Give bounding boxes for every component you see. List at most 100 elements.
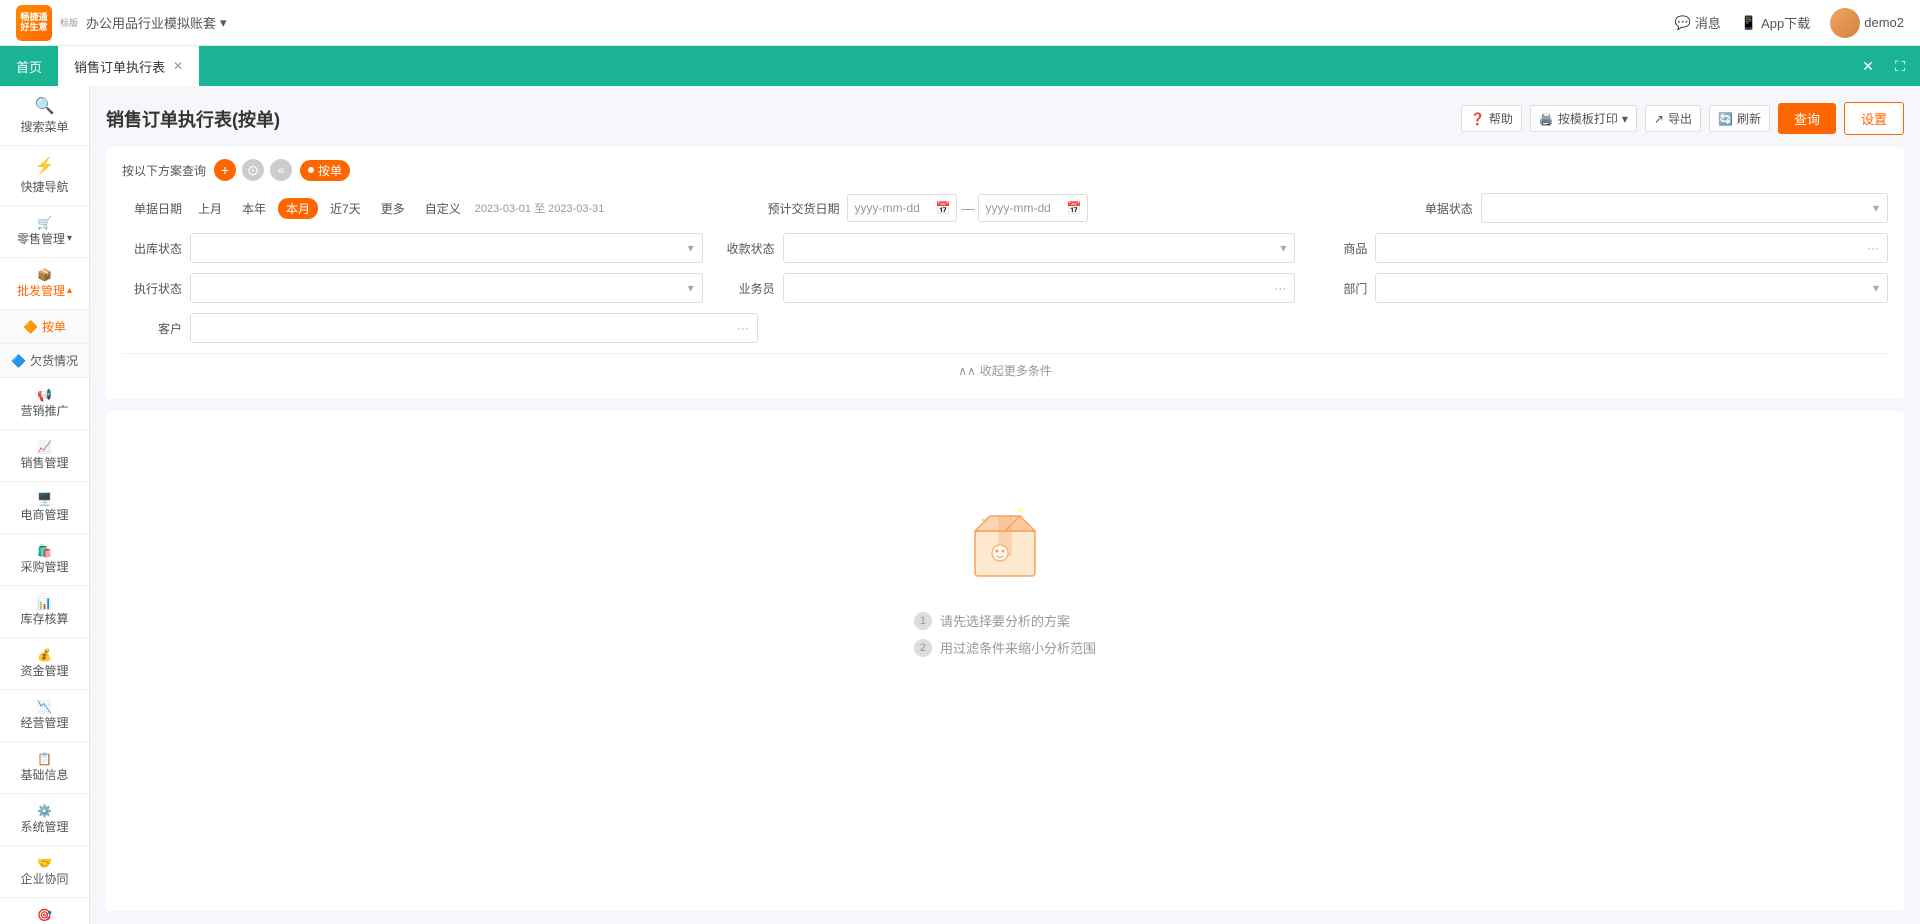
tab-expand-icon[interactable]: ⛶ (1888, 54, 1912, 78)
scheme-list: 按单 (300, 160, 1888, 181)
empty-state: ★ ✦ 1 请先选择要分析的方案 2 (106, 411, 1904, 737)
sales-order-icon: 🔶 (23, 320, 38, 334)
tab-sales-exec[interactable]: 销售订单执行表 ✕ (58, 46, 199, 86)
finance-icon: 💰 (37, 648, 52, 662)
scheme-tag-sales-order[interactable]: 按单 (300, 160, 350, 181)
date-tab-last7[interactable]: 近7天 (322, 198, 369, 219)
newuser-icon: 🎯 (37, 908, 52, 922)
help-label: 帮助 (1489, 110, 1513, 127)
expected-date-end-placeholder: yyyy-mm-dd (985, 201, 1050, 215)
query-button[interactable]: 查询 (1778, 103, 1836, 134)
tab-close-icon[interactable]: ✕ (173, 59, 183, 73)
exec-status-select[interactable]: ▾ (190, 273, 703, 303)
customer-more-icon[interactable]: ··· (737, 321, 749, 335)
expected-date-end[interactable]: yyyy-mm-dd 📅 (978, 194, 1088, 222)
template-print-button[interactable]: 🖨️ 按模板打印 ▾ (1530, 105, 1637, 132)
help-button[interactable]: ❓ 帮助 (1461, 105, 1522, 132)
calendar-icon-start: 📅 (936, 201, 951, 215)
date-tab-custom[interactable]: 自定义 (417, 198, 469, 219)
date-tab-prev-month[interactable]: 上月 (190, 198, 230, 219)
product-input[interactable]: ··· (1375, 233, 1888, 263)
exec-status-chevron-icon: ▾ (688, 281, 694, 295)
manage-scheme-button[interactable]: ⊙ (242, 159, 264, 181)
collapse-label: 收起更多条件 (980, 362, 1052, 379)
date-tab-current-month[interactable]: 本月 (278, 198, 318, 219)
payment-status-select[interactable]: ▾ (783, 233, 1296, 263)
page-actions: ❓ 帮助 🖨️ 按模板打印 ▾ ↗ 导出 🔄 刷新 查询 设置 (1461, 102, 1904, 135)
stock-status-label: 出库状态 (122, 240, 182, 257)
app-download-button[interactable]: 📱 App下载 (1741, 13, 1810, 32)
date-label: 单据日期 (122, 200, 182, 217)
app-download-label: App下载 (1761, 13, 1810, 32)
department-select[interactable]: ▾ (1375, 273, 1888, 303)
export-button[interactable]: ↗ 导出 (1645, 105, 1701, 132)
scheme-label: 按以下方案查询 (122, 162, 206, 179)
operation-label: 经营管理 (20, 714, 68, 731)
expected-date-start-placeholder: yyyy-mm-dd (854, 201, 919, 215)
tab-close-all-icon[interactable]: ✕ (1856, 54, 1880, 78)
date-tab-this-year[interactable]: 本年 (234, 198, 274, 219)
sidebar-item-inventory[interactable]: 📊 库存核算 (0, 586, 89, 638)
top-header: 畅捷通好生意 标版 办公用品行业模拟账套 ▾ 💬 消息 📱 App下载 demo… (0, 0, 1920, 46)
app-logo: 畅捷通好生意 (16, 5, 52, 41)
customer-input[interactable]: ··· (190, 313, 758, 343)
doc-status-group: 单据状态 ▾ (1413, 193, 1888, 223)
sidebar-item-newuser[interactable]: 🎯 新手引导 (0, 898, 89, 924)
avatar (1830, 8, 1860, 38)
account-name: 办公用品行业模拟账套 (86, 13, 216, 32)
salesperson-input[interactable]: ··· (783, 273, 1296, 303)
doc-status-select[interactable]: ▾ (1481, 193, 1888, 223)
basic-label: 基础信息 (20, 766, 68, 783)
sidebar-quick-nav[interactable]: ⚡ 快捷导航 (0, 146, 89, 206)
sidebar-search[interactable]: 🔍 搜索菜单 (0, 86, 89, 146)
tab-home[interactable]: 首页 (0, 46, 58, 86)
product-group: 商品 ··· (1307, 233, 1888, 263)
salesperson-more-icon[interactable]: ··· (1274, 281, 1286, 295)
empty-step-2: 2 用过滤条件来缩小分析范围 (914, 638, 1096, 657)
sidebar-item-wholesale[interactable]: 📦 批发管理 ▴ (0, 258, 89, 310)
product-more-icon[interactable]: ··· (1867, 241, 1879, 255)
date-tabs: 上月 本年 本月 近7天 更多 自定义 (190, 198, 469, 219)
page-header: 销售订单执行表(按单) ❓ 帮助 🖨️ 按模板打印 ▾ ↗ 导出 🔄 刷新 (106, 102, 1904, 135)
settings-button[interactable]: 设置 (1844, 102, 1904, 135)
sidebar-item-system[interactable]: ⚙️ 系统管理 (0, 794, 89, 846)
doc-status-chevron-icon: ▾ (1873, 201, 1879, 215)
collapse-scheme-button[interactable]: « (270, 159, 292, 181)
sidebar-item-retail[interactable]: 🛒 零售管理 ▾ (0, 206, 89, 258)
add-scheme-button[interactable]: + (214, 159, 236, 181)
filter-row-4: 客户 ··· (122, 313, 1888, 343)
salesperson-group: 业务员 ··· (715, 273, 1296, 303)
salesperson-label: 业务员 (715, 280, 775, 297)
chevron-up-icon: ▴ (67, 285, 72, 296)
sidebar-item-enterprise[interactable]: 🤝 企业协同 (0, 846, 89, 898)
stock-status-select[interactable]: ▾ (190, 233, 703, 263)
collapse-bar[interactable]: ∧∧ 收起更多条件 (122, 353, 1888, 387)
filter-row-1: 单据日期 上月 本年 本月 近7天 更多 自定义 2023-03-01 至 20… (122, 193, 1888, 223)
page-title: 销售订单执行表(按单) (106, 106, 280, 132)
sidebar-item-operation[interactable]: 📉 经营管理 (0, 690, 89, 742)
sidebar-sub-item-receivable[interactable]: 🔷 欠货情况 (0, 344, 89, 378)
date-tab-more[interactable]: 更多 (373, 198, 413, 219)
sidebar-item-sales[interactable]: 📈 销售管理 (0, 430, 89, 482)
retail-icon: 🛒 (37, 216, 52, 230)
sidebar-item-basic[interactable]: 📋 基础信息 (0, 742, 89, 794)
empty-steps: 1 请先选择要分析的方案 2 用过滤条件来缩小分析范围 (914, 611, 1096, 657)
message-button[interactable]: 💬 消息 (1675, 13, 1721, 32)
refresh-label: 刷新 (1737, 110, 1761, 127)
refresh-button[interactable]: 🔄 刷新 (1709, 105, 1770, 132)
sidebar-item-ecommerce[interactable]: 🖥️ 电商管理 (0, 482, 89, 534)
customer-group: 客户 ··· (122, 313, 758, 343)
product-label: 商品 (1307, 240, 1367, 257)
wholesale-label: 批发管理 ▴ (17, 282, 72, 299)
sidebar-item-finance[interactable]: 💰 资金管理 (0, 638, 89, 690)
sales-label: 销售管理 (20, 454, 68, 471)
sidebar-sub-item-sales-order[interactable]: 🔶 按单 (0, 310, 89, 344)
step-2-text: 用过滤条件来缩小分析范围 (940, 638, 1096, 657)
user-avatar-area[interactable]: demo2 (1830, 8, 1904, 38)
quick-nav-label: 快捷导航 (20, 178, 68, 195)
expected-date-start[interactable]: yyyy-mm-dd 📅 (847, 194, 957, 222)
sidebar-item-purchase[interactable]: 🛍️ 采购管理 (0, 534, 89, 586)
account-dropdown[interactable]: 办公用品行业模拟账套 ▾ (86, 13, 227, 32)
calendar-icon-end: 📅 (1067, 201, 1082, 215)
sidebar-item-marketing[interactable]: 📢 营销推广 (0, 378, 89, 430)
